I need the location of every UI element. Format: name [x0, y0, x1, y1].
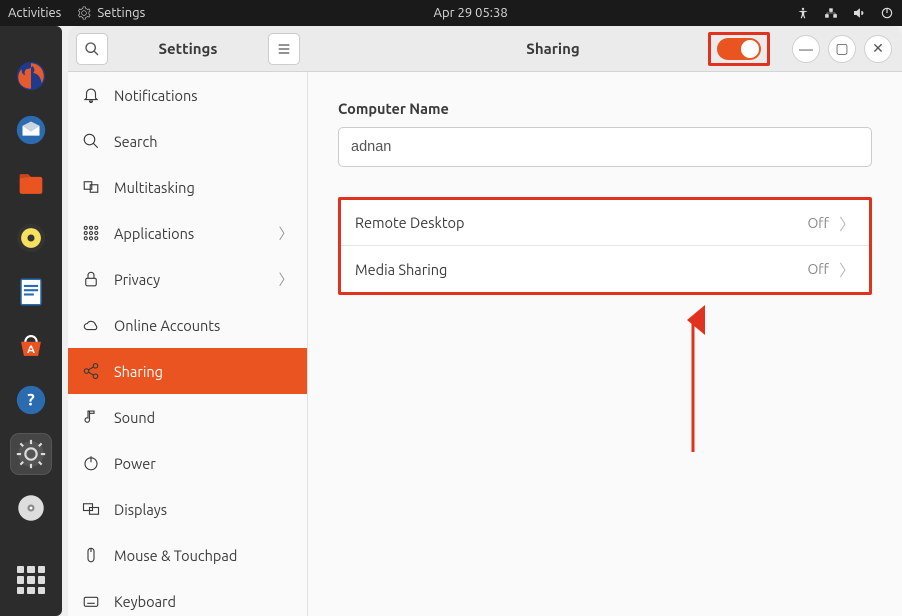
media-sharing-row[interactable]: Media Sharing Off 〉 — [341, 246, 869, 292]
row-label: Remote Desktop — [355, 214, 807, 231]
close-button[interactable]: ✕ — [864, 35, 892, 63]
power-icon[interactable] — [880, 6, 894, 20]
sidebar-item-search[interactable]: Search — [68, 118, 307, 164]
multitasking-icon — [82, 178, 100, 196]
remote-desktop-row[interactable]: Remote Desktop Off 〉 — [341, 200, 869, 246]
right-header: Sharing — ▢ ✕ — [308, 26, 902, 72]
activities-button[interactable]: Activities — [8, 6, 61, 20]
sidebar-item-label: Privacy — [114, 271, 160, 288]
sidebar-item-notifications[interactable]: Notifications — [68, 72, 307, 118]
svg-text:A: A — [27, 343, 35, 356]
grid-icon — [82, 224, 100, 242]
sidebar-item-label: Search — [114, 133, 158, 150]
search-icon — [82, 132, 100, 150]
sidebar-item-label: Notifications — [114, 87, 198, 104]
annotation-sharing-list-highlight: Remote Desktop Off 〉 Media Sharing Off 〉 — [338, 197, 872, 295]
sidebar-item-keyboard[interactable]: Keyboard — [68, 578, 307, 616]
sidebar-item-sound[interactable]: Sound — [68, 394, 307, 440]
lock-icon — [82, 270, 100, 288]
network-icon[interactable] — [824, 6, 838, 20]
gnome-topbar: Activities Settings Apr 29 05:38 — [0, 0, 902, 26]
sidebar-item-online-accounts[interactable]: Online Accounts — [68, 302, 307, 348]
panel-title: Sharing — [318, 40, 708, 57]
minimize-button[interactable]: — — [792, 35, 820, 63]
dock-help[interactable]: ? — [11, 380, 51, 420]
chevron-right-icon: 〉 — [839, 211, 855, 235]
share-icon — [82, 362, 100, 380]
row-status: Off — [807, 261, 829, 277]
volume-icon[interactable] — [852, 6, 866, 20]
power-icon — [82, 454, 100, 472]
computer-name-label: Computer Name — [338, 100, 872, 117]
sidebar-item-label: Sharing — [114, 363, 163, 380]
dock-files[interactable] — [11, 164, 51, 204]
maximize-button[interactable]: ▢ — [828, 35, 856, 63]
sidebar-item-multitasking[interactable]: Multitasking — [68, 164, 307, 210]
row-status: Off — [807, 215, 829, 231]
dock-rhythmbox[interactable] — [11, 218, 51, 258]
dock: A ? — [0, 26, 62, 616]
sidebar-item-label: Power — [114, 455, 156, 472]
sidebar-item-power[interactable]: Power — [68, 440, 307, 486]
menu-button[interactable] — [268, 33, 300, 65]
chevron-right-icon: 〉 — [279, 269, 294, 290]
sidebar-item-privacy[interactable]: Privacy 〉 — [68, 256, 307, 302]
dock-libreoffice[interactable] — [11, 272, 51, 312]
displays-icon — [82, 500, 100, 518]
gear-icon — [77, 6, 91, 20]
dock-software[interactable]: A — [11, 326, 51, 366]
bell-icon — [82, 86, 100, 104]
topbar-clock[interactable]: Apr 29 05:38 — [145, 6, 796, 20]
annotation-toggle-highlight — [708, 32, 770, 66]
search-icon — [84, 41, 100, 57]
annotation-arrow — [683, 312, 703, 456]
hamburger-icon — [276, 41, 292, 57]
sidebar-item-applications[interactable]: Applications 〉 — [68, 210, 307, 256]
svg-text:?: ? — [27, 391, 35, 410]
sharing-master-toggle[interactable] — [717, 38, 761, 60]
chevron-right-icon: 〉 — [279, 223, 294, 244]
sharing-panel: Computer Name Remote Desktop Off 〉 Media… — [308, 72, 902, 616]
keyboard-icon — [82, 592, 100, 610]
sidebar-item-displays[interactable]: Displays — [68, 486, 307, 532]
dock-disc[interactable] — [11, 488, 51, 528]
settings-title: Settings — [116, 40, 260, 57]
settings-window: Settings Sharing — ▢ ✕ Notificatio — [68, 26, 902, 616]
accessibility-icon[interactable] — [796, 6, 810, 20]
mouse-icon — [82, 546, 100, 564]
dock-firefox[interactable] — [11, 56, 51, 96]
sidebar-item-sharing[interactable]: Sharing — [68, 348, 307, 394]
settings-sidebar: Notifications Search Multitasking Applic… — [68, 72, 308, 616]
dock-show-apps[interactable] — [13, 562, 49, 598]
search-button[interactable] — [76, 33, 108, 65]
sidebar-item-mouse[interactable]: Mouse & Touchpad — [68, 532, 307, 578]
computer-name-input[interactable] — [338, 127, 872, 167]
sidebar-item-label: Applications — [114, 225, 194, 242]
sidebar-item-label: Multitasking — [114, 179, 195, 196]
cloud-icon — [82, 316, 100, 334]
row-label: Media Sharing — [355, 261, 807, 278]
sidebar-item-label: Keyboard — [114, 593, 176, 610]
chevron-right-icon: 〉 — [839, 257, 855, 281]
sidebar-item-label: Sound — [114, 409, 155, 426]
sidebar-item-label: Online Accounts — [114, 317, 220, 334]
sidebar-item-label: Displays — [114, 501, 167, 518]
sidebar-item-label: Mouse & Touchpad — [114, 547, 237, 564]
topbar-app-menu[interactable]: Settings — [77, 6, 145, 20]
dock-thunderbird[interactable] — [11, 110, 51, 150]
dock-settings[interactable] — [11, 434, 51, 474]
left-header: Settings — [68, 26, 308, 72]
note-icon — [82, 408, 100, 426]
